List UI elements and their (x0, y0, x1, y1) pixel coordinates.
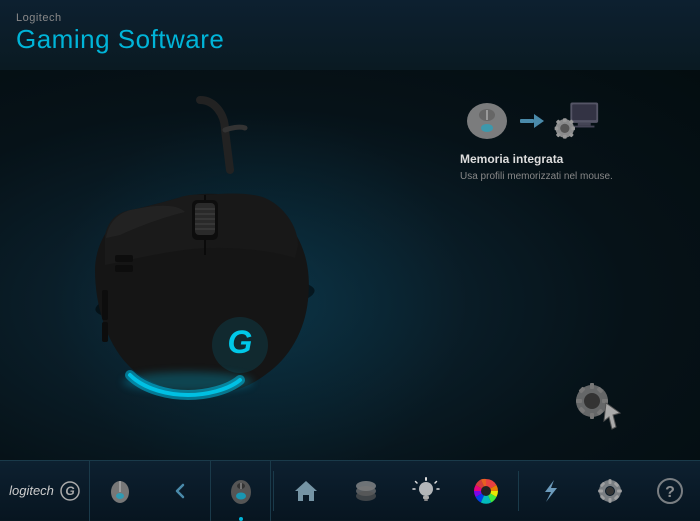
profiles-button[interactable] (336, 461, 396, 521)
mouse-side-nav-button[interactable] (90, 461, 150, 521)
spectrum-icon (471, 476, 501, 506)
divider-1 (273, 471, 274, 511)
memory-title: Memoria integrata (460, 152, 660, 166)
g-logo-icon: G (60, 481, 80, 501)
header: Logitech Gaming Software (0, 0, 700, 70)
settings-button[interactable] (580, 461, 640, 521)
light-icon (412, 477, 440, 505)
memory-icons (460, 100, 660, 142)
divider-2 (518, 471, 519, 511)
footer-taskbar: logitech G (0, 460, 700, 520)
brand-label: Logitech (16, 12, 684, 24)
mouse-nav-button[interactable] (211, 461, 271, 521)
settings-cursor-panel[interactable] (570, 375, 630, 430)
main-content: G (0, 70, 700, 460)
chevron-left-icon (171, 482, 189, 500)
home-button[interactable] (276, 461, 336, 521)
lighting-button[interactable] (396, 461, 456, 521)
svg-text:G: G (65, 484, 74, 498)
help-button[interactable]: ? (640, 461, 700, 521)
mouse-illustration: G (30, 90, 430, 450)
svg-text:G: G (228, 324, 253, 360)
transfer-arrow-icon (520, 114, 544, 128)
settings-icon (550, 100, 600, 142)
footer-logo: logitech G (0, 461, 90, 521)
script-button[interactable] (520, 461, 580, 521)
color-button[interactable] (456, 461, 516, 521)
page-title: Gaming Software (16, 24, 684, 55)
logitech-logo-text: logitech (9, 483, 54, 498)
mouse-icon (227, 477, 255, 505)
svg-text:?: ? (665, 484, 675, 501)
nav-arrows (90, 461, 211, 521)
memory-panel: Memoria integrata Usa profili memorizzat… (460, 100, 660, 184)
layers-icon (352, 477, 380, 505)
gear-icon (596, 477, 624, 505)
mouse-svg: G (30, 90, 370, 430)
settings-cursor-icon (570, 375, 630, 430)
script-icon (536, 477, 564, 505)
mouse-top-view-icon (107, 478, 133, 504)
small-mouse-icon (460, 100, 514, 142)
memory-description: Usa profili memorizzati nel mouse. (460, 170, 660, 184)
help-icon: ? (656, 477, 684, 505)
home-icon (292, 477, 320, 505)
back-button[interactable] (150, 461, 210, 521)
